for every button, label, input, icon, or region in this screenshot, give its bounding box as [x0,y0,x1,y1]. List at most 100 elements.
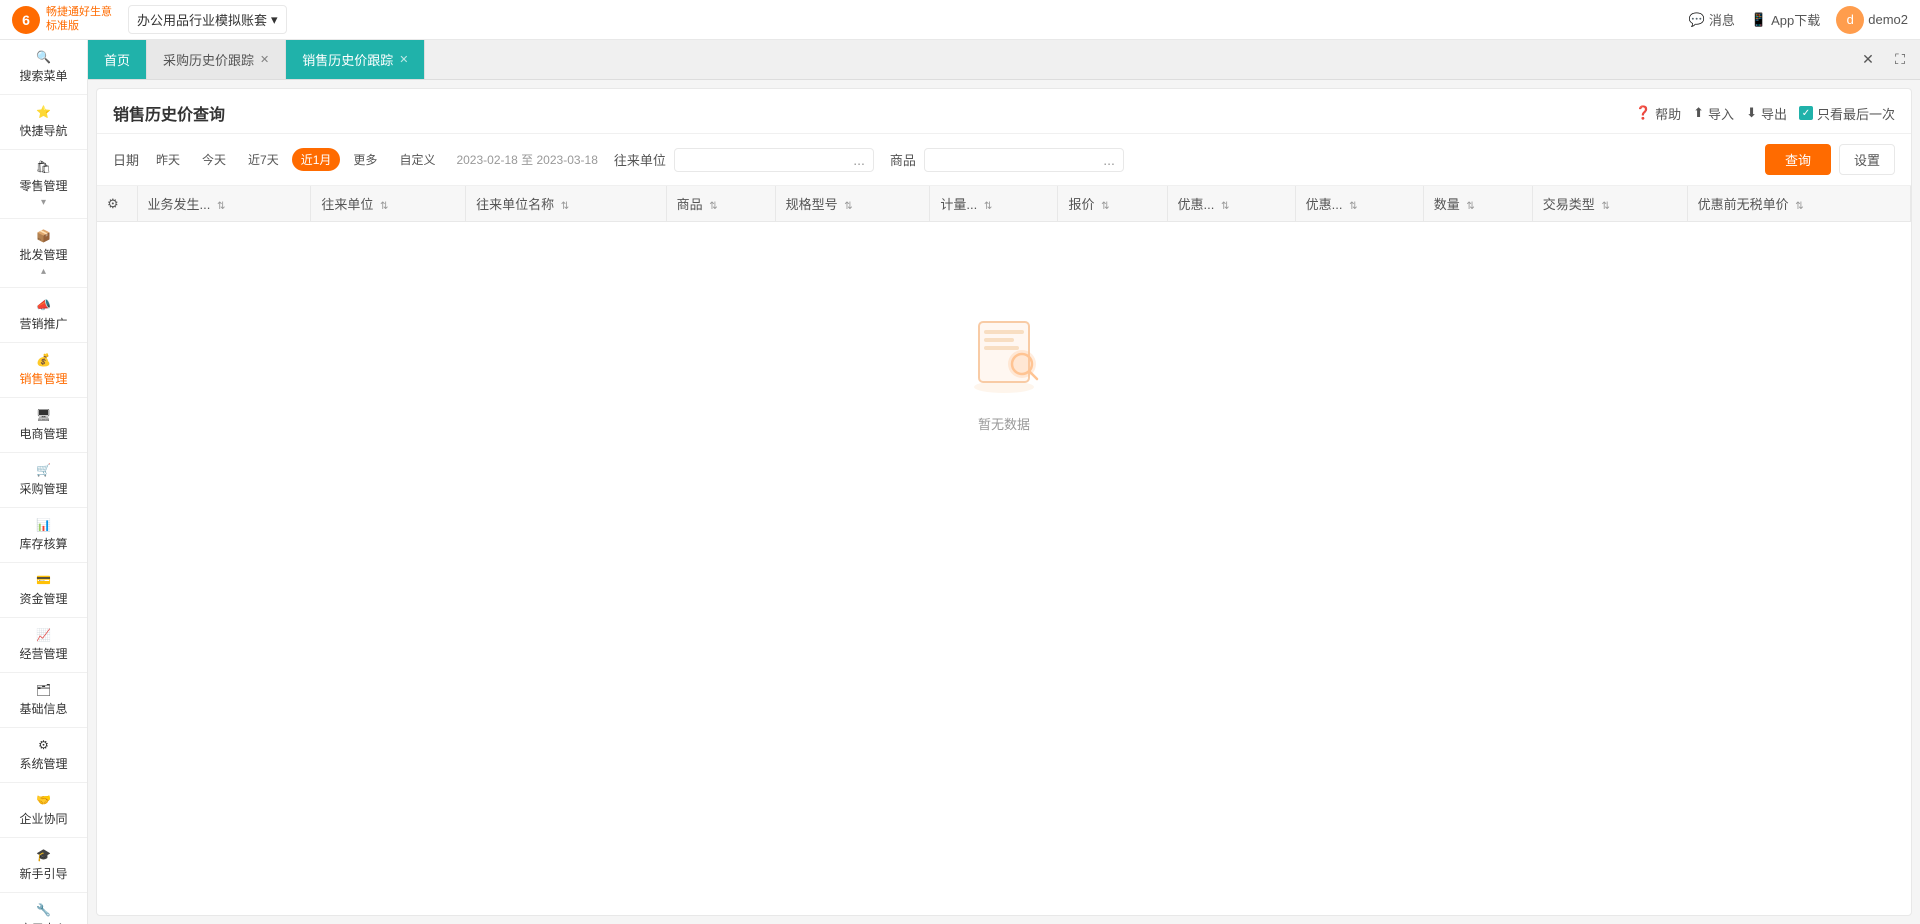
page-actions: ❓ 帮助 ⬆ 导入 ⬇ 导出 ✓ 只看最后一次 [1635,104,1895,123]
empty-state: 暂无数据 [97,222,1911,513]
page-header: 销售历史价查询 ❓ 帮助 ⬆ 导入 ⬇ 导出 ✓ [97,89,1911,134]
close-icon[interactable]: ✕ [399,53,408,66]
date-btn-7days[interactable]: 近7天 [239,148,288,171]
sidebar-item-retail[interactable]: 🛍 零售管理 ▾ [0,150,87,219]
sidebar-item-marketing[interactable]: 📣 营销推广 [0,288,87,343]
chevron-down-icon: ▾ [271,12,278,28]
page-content: 销售历史价查询 ❓ 帮助 ⬆ 导入 ⬇ 导出 ✓ [96,88,1912,916]
sort-icon: ⇅ [844,201,852,212]
table-header-row: ⚙ 业务发生... ⇅ 往来单位 ⇅ 往来单位名称 [97,186,1911,222]
table-header-spec[interactable]: 规格型号 ⇅ [775,186,930,222]
sidebar-item-guide[interactable]: 🎓 新手引导 [0,838,87,893]
export-btn[interactable]: ⬇ 导出 [1746,104,1787,123]
gear-icon: ⚙ [107,196,119,211]
table-header-price[interactable]: 报价 ⇅ [1058,186,1167,222]
tab-purchase-history[interactable]: 采购历史价跟踪 ✕ [147,40,286,79]
sidebar-item-inventory[interactable]: 📊 库存核算 [0,508,87,563]
date-range-display: 2023-02-18 至 2023-03-18 [456,151,597,168]
close-icon[interactable]: ✕ [260,53,269,66]
sidebar-item-enterprise[interactable]: 🤝 企业协同 [0,783,87,838]
date-btn-today[interactable]: 今天 [193,148,235,171]
sidebar-item-purchase[interactable]: 🛒 采购管理 [0,453,87,508]
sort-icon: ⇅ [217,201,225,212]
close-tab-btn[interactable]: ✕ [1856,48,1880,72]
maximize-btn[interactable]: ⛶ [1888,48,1912,72]
sidebar-item-sales[interactable]: 💰 销售管理 [0,343,87,398]
date-btn-yesterday[interactable]: 昨天 [147,148,189,171]
sort-icon: ⇅ [1349,201,1357,212]
finance-icon: 💳 [36,573,51,587]
sidebar-item-appstore[interactable]: 🔧 应用中心 [0,893,87,924]
sidebar-item-finance[interactable]: 💳 资金管理 [0,563,87,618]
tab-bar: 首页 采购历史价跟踪 ✕ 销售历史价跟踪 ✕ ✕ ⛶ [88,40,1920,80]
empty-illustration [954,302,1054,402]
company-selector[interactable]: 办公用品行业模拟账套 ▾ [128,5,287,34]
goods-dots-icon: ... [1103,152,1115,168]
sidebar-item-operation[interactable]: 📈 经营管理 [0,618,87,673]
table-header-discount2[interactable]: 优惠... ⇅ [1295,186,1423,222]
partner-filter-group: 往来单位 ... [614,148,874,172]
tab-sales-history[interactable]: 销售历史价跟踪 ✕ [286,40,425,79]
content-area: 首页 采购历史价跟踪 ✕ 销售历史价跟踪 ✕ ✕ ⛶ 销售历史价查询 [88,40,1920,924]
purchase-icon: 🛒 [36,463,51,477]
main-layout: 🔍 搜索菜单 ⭐ 快捷导航 🛍 零售管理 ▾ 📦 批发管理 ▴ 📣 营销推广 💰… [0,40,1920,924]
tab-home[interactable]: 首页 [88,40,147,79]
date-btn-1month[interactable]: 近1月 [292,148,341,171]
table-container: ⚙ 业务发生... ⇅ 往来单位 ⇅ 往来单位名称 [97,186,1911,513]
basic-icon: 🗂 [36,683,51,697]
tab-bar-left: 首页 采购历史价跟踪 ✕ 销售历史价跟踪 ✕ [88,40,425,79]
table-header-goods[interactable]: 商品 ⇅ [666,186,775,222]
empty-text: 暂无数据 [978,414,1030,433]
user-area[interactable]: d demo2 [1836,6,1908,34]
goods-input[interactable]: ... [924,148,1124,172]
retail-icon: 🛍 [36,160,51,174]
sort-icon: ⇅ [984,201,992,212]
goods-filter-group: 商品 ... [890,148,1124,172]
table-header-discount1[interactable]: 优惠... ⇅ [1167,186,1295,222]
guide-icon: 🎓 [36,848,51,862]
sidebar-item-system[interactable]: ⚙ 系统管理 [0,728,87,783]
table-header-tax-price[interactable]: 优惠前无税单价 ⇅ [1687,186,1910,222]
data-table: ⚙ 业务发生... ⇅ 往来单位 ⇅ 往来单位名称 [97,186,1911,222]
table-header-qty[interactable]: 数量 ⇅ [1423,186,1532,222]
inventory-icon: 📊 [36,518,51,532]
sidebar-item-wholesale[interactable]: 📦 批发管理 ▴ [0,219,87,288]
help-icon: ❓ [1635,105,1651,121]
table-header-gear[interactable]: ⚙ [97,186,137,222]
sort-icon: ⇅ [380,201,388,212]
partner-input[interactable]: ... [674,148,874,172]
app-download-btn[interactable]: 📱 App下载 [1751,10,1820,29]
table-header-biz-date[interactable]: 业务发生... ⇅ [137,186,311,222]
table-header-unit[interactable]: 计量... ⇅ [930,186,1058,222]
partner-dots-icon: ... [853,152,865,168]
date-btn-custom[interactable]: 自定义 [390,148,444,171]
chevron-down-icon: ▾ [41,197,46,208]
logo-icon: 6 [12,6,40,34]
phone-icon: 📱 [1751,12,1767,28]
help-btn[interactable]: ❓ 帮助 [1635,104,1681,123]
table-header-trade-type[interactable]: 交易类型 ⇅ [1532,186,1687,222]
sidebar-item-basic[interactable]: 🗂 基础信息 [0,673,87,728]
sort-icon: ⇅ [1601,201,1609,212]
sidebar-item-ecommerce[interactable]: 🖥 电商管理 [0,398,87,453]
sort-icon: ⇅ [1466,201,1474,212]
date-btn-more[interactable]: 更多 [344,148,386,171]
only-last-checkbox[interactable]: ✓ 只看最后一次 [1799,104,1895,123]
settings-button[interactable]: 设置 [1839,144,1895,175]
table-header-partner-code[interactable]: 往来单位 ⇅ [311,186,466,222]
query-button[interactable]: 查询 [1765,144,1831,175]
logo-area: 6 畅捷通好生意 标准版 [12,6,112,34]
sales-icon: 💰 [36,353,51,367]
avatar: d [1836,6,1864,34]
sidebar-item-search-menu[interactable]: 🔍 搜索菜单 [0,40,87,95]
import-btn[interactable]: ⬆ 导入 [1693,104,1734,123]
sidebar-item-quick-nav[interactable]: ⭐ 快捷导航 [0,95,87,150]
enterprise-icon: 🤝 [36,793,51,807]
message-btn[interactable]: 💬 消息 [1689,10,1735,29]
date-options: 昨天 今天 近7天 近1月 更多 自定义 [147,148,444,171]
checkbox-icon: ✓ [1799,106,1813,120]
sort-icon: ⇅ [561,201,569,212]
wholesale-icon: 📦 [36,229,51,243]
table-header-partner-name[interactable]: 往来单位名称 ⇅ [466,186,666,222]
search-icon: 🔍 [36,50,51,64]
